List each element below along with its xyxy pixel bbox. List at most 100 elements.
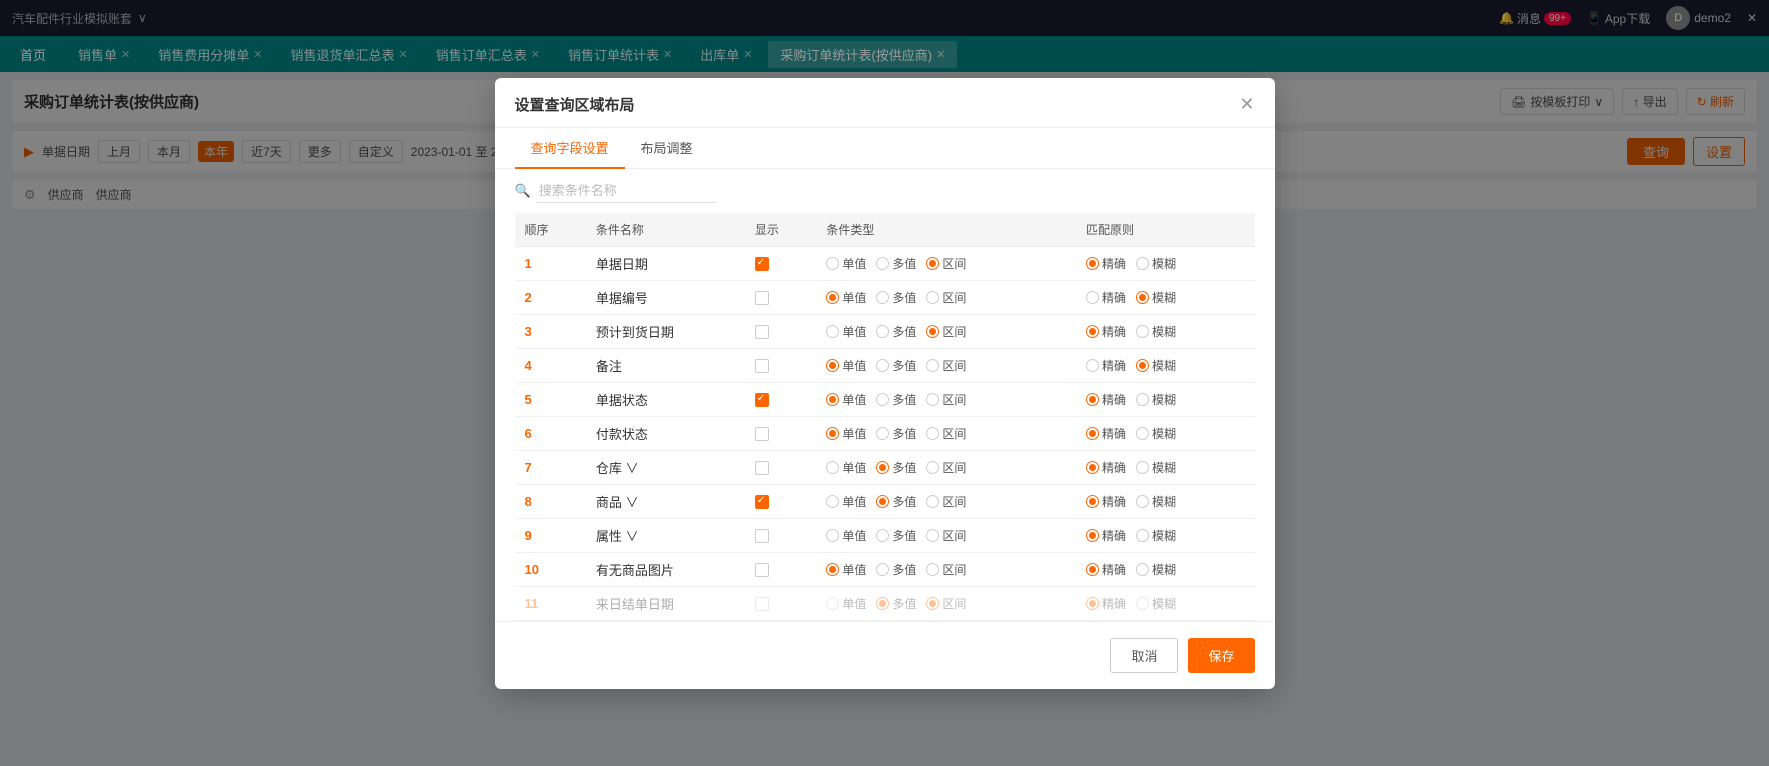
radio-item[interactable]: 多值 (876, 289, 916, 306)
row-display-checkbox[interactable] (745, 450, 816, 484)
match-radio-item[interactable]: 模糊 (1136, 391, 1176, 408)
radio-item[interactable]: 多值 (876, 255, 916, 272)
match-radio-item[interactable]: 模糊 (1136, 357, 1176, 374)
radio-item[interactable]: 单值 (826, 527, 866, 544)
match-radio-item[interactable]: 精确 (1086, 391, 1126, 408)
radio-item[interactable]: 区间 (926, 425, 966, 442)
radio-item[interactable]: 单值 (826, 561, 866, 578)
radio-item[interactable]: 区间 (926, 561, 966, 578)
radio-dot (926, 495, 939, 508)
col-match: 匹配原则 (1076, 213, 1255, 247)
checkbox[interactable] (755, 325, 769, 339)
radio-item[interactable]: 区间 (926, 255, 966, 272)
row-display-checkbox[interactable] (745, 552, 816, 586)
cancel-button[interactable]: 取消 (1110, 638, 1178, 673)
row-display-checkbox[interactable] (745, 382, 816, 416)
radio-item[interactable]: 单值 (826, 459, 866, 476)
radio-item[interactable]: 单值 (826, 357, 866, 374)
radio-item[interactable]: 单值 (826, 391, 866, 408)
row-match: 精确模糊 (1076, 348, 1255, 382)
save-button[interactable]: 保存 (1188, 638, 1254, 673)
radio-item[interactable]: 单值 (826, 323, 866, 340)
radio-item[interactable]: 区间 (926, 357, 966, 374)
match-radio-item[interactable]: 模糊 (1136, 595, 1176, 612)
match-radio-item[interactable]: 精确 (1086, 357, 1126, 374)
row-match: 精确模糊 (1076, 246, 1255, 280)
search-input[interactable] (537, 179, 717, 203)
row-match: 精确模糊 (1076, 552, 1255, 586)
match-radio-item[interactable]: 模糊 (1136, 527, 1176, 544)
match-radio-item[interactable]: 模糊 (1136, 425, 1176, 442)
checkbox[interactable] (755, 291, 769, 305)
checkbox[interactable] (755, 393, 769, 407)
radio-item[interactable]: 区间 (926, 459, 966, 476)
radio-item[interactable]: 多值 (876, 391, 916, 408)
row-cond-type: 单值多值区间 (816, 382, 1076, 416)
radio-item[interactable]: 多值 (876, 357, 916, 374)
tab-layout-adjust[interactable]: 布局调整 (625, 128, 709, 169)
row-name: 仓库 ∨ (586, 450, 745, 484)
match-radio-item[interactable]: 精确 (1086, 459, 1126, 476)
row-display-checkbox[interactable] (745, 314, 816, 348)
row-display-checkbox[interactable] (745, 280, 816, 314)
radio-item[interactable]: 多值 (876, 323, 916, 340)
row-display-checkbox[interactable] (745, 586, 816, 620)
radio-item[interactable]: 单值 (826, 289, 866, 306)
radio-item[interactable]: 区间 (926, 391, 966, 408)
checkbox[interactable] (755, 359, 769, 373)
radio-item[interactable]: 单值 (826, 255, 866, 272)
radio-dot (826, 393, 839, 406)
match-radio-item[interactable]: 模糊 (1136, 255, 1176, 272)
checkbox[interactable] (755, 597, 769, 611)
radio-dot (876, 563, 889, 576)
match-radio-item[interactable]: 精确 (1086, 561, 1126, 578)
radio-item[interactable]: 单值 (826, 595, 866, 612)
row-display-checkbox[interactable] (745, 518, 816, 552)
checkbox[interactable] (755, 461, 769, 475)
match-dot (1086, 563, 1099, 576)
row-display-checkbox[interactable] (745, 484, 816, 518)
match-radio-item[interactable]: 精确 (1086, 255, 1126, 272)
table-row: 8商品 ∨单值多值区间精确模糊 (515, 484, 1255, 518)
row-cond-type: 单值多值区间 (816, 518, 1076, 552)
radio-item[interactable]: 区间 (926, 323, 966, 340)
match-dot (1086, 393, 1099, 406)
match-radio-item[interactable]: 精确 (1086, 425, 1126, 442)
match-radio-item[interactable]: 模糊 (1136, 493, 1176, 510)
radio-dot (926, 529, 939, 542)
row-display-checkbox[interactable] (745, 348, 816, 382)
row-display-checkbox[interactable] (745, 246, 816, 280)
table-row: 7仓库 ∨单值多值区间精确模糊 (515, 450, 1255, 484)
radio-item[interactable]: 多值 (876, 595, 916, 612)
radio-item[interactable]: 区间 (926, 595, 966, 612)
match-radio-item[interactable]: 精确 (1086, 493, 1126, 510)
radio-item[interactable]: 区间 (926, 289, 966, 306)
row-display-checkbox[interactable] (745, 416, 816, 450)
fields-table: 顺序 条件名称 显示 条件类型 匹配原则 1单据日期单值多值区间精确模糊2单据编… (515, 213, 1255, 621)
match-radio-item[interactable]: 精确 (1086, 289, 1126, 306)
checkbox[interactable] (755, 495, 769, 509)
tab-query-fields[interactable]: 查询字段设置 (515, 128, 625, 169)
checkbox[interactable] (755, 563, 769, 577)
radio-item[interactable]: 多值 (876, 561, 916, 578)
match-radio-item[interactable]: 模糊 (1136, 289, 1176, 306)
dialog-tabs: 查询字段设置 布局调整 (495, 128, 1275, 169)
match-radio-item[interactable]: 精确 (1086, 595, 1126, 612)
match-radio-item[interactable]: 模糊 (1136, 323, 1176, 340)
checkbox[interactable] (755, 427, 769, 441)
match-radio-item[interactable]: 模糊 (1136, 459, 1176, 476)
dialog-close-btn[interactable]: ✕ (1239, 94, 1254, 115)
checkbox[interactable] (755, 529, 769, 543)
checkbox[interactable] (755, 257, 769, 271)
radio-item[interactable]: 多值 (876, 425, 916, 442)
radio-item[interactable]: 多值 (876, 493, 916, 510)
match-radio-item[interactable]: 精确 (1086, 527, 1126, 544)
match-radio-item[interactable]: 精确 (1086, 323, 1126, 340)
radio-item[interactable]: 单值 (826, 425, 866, 442)
match-radio-item[interactable]: 模糊 (1136, 561, 1176, 578)
radio-item[interactable]: 区间 (926, 527, 966, 544)
radio-item[interactable]: 区间 (926, 493, 966, 510)
radio-item[interactable]: 单值 (826, 493, 866, 510)
radio-item[interactable]: 多值 (876, 527, 916, 544)
radio-item[interactable]: 多值 (876, 459, 916, 476)
